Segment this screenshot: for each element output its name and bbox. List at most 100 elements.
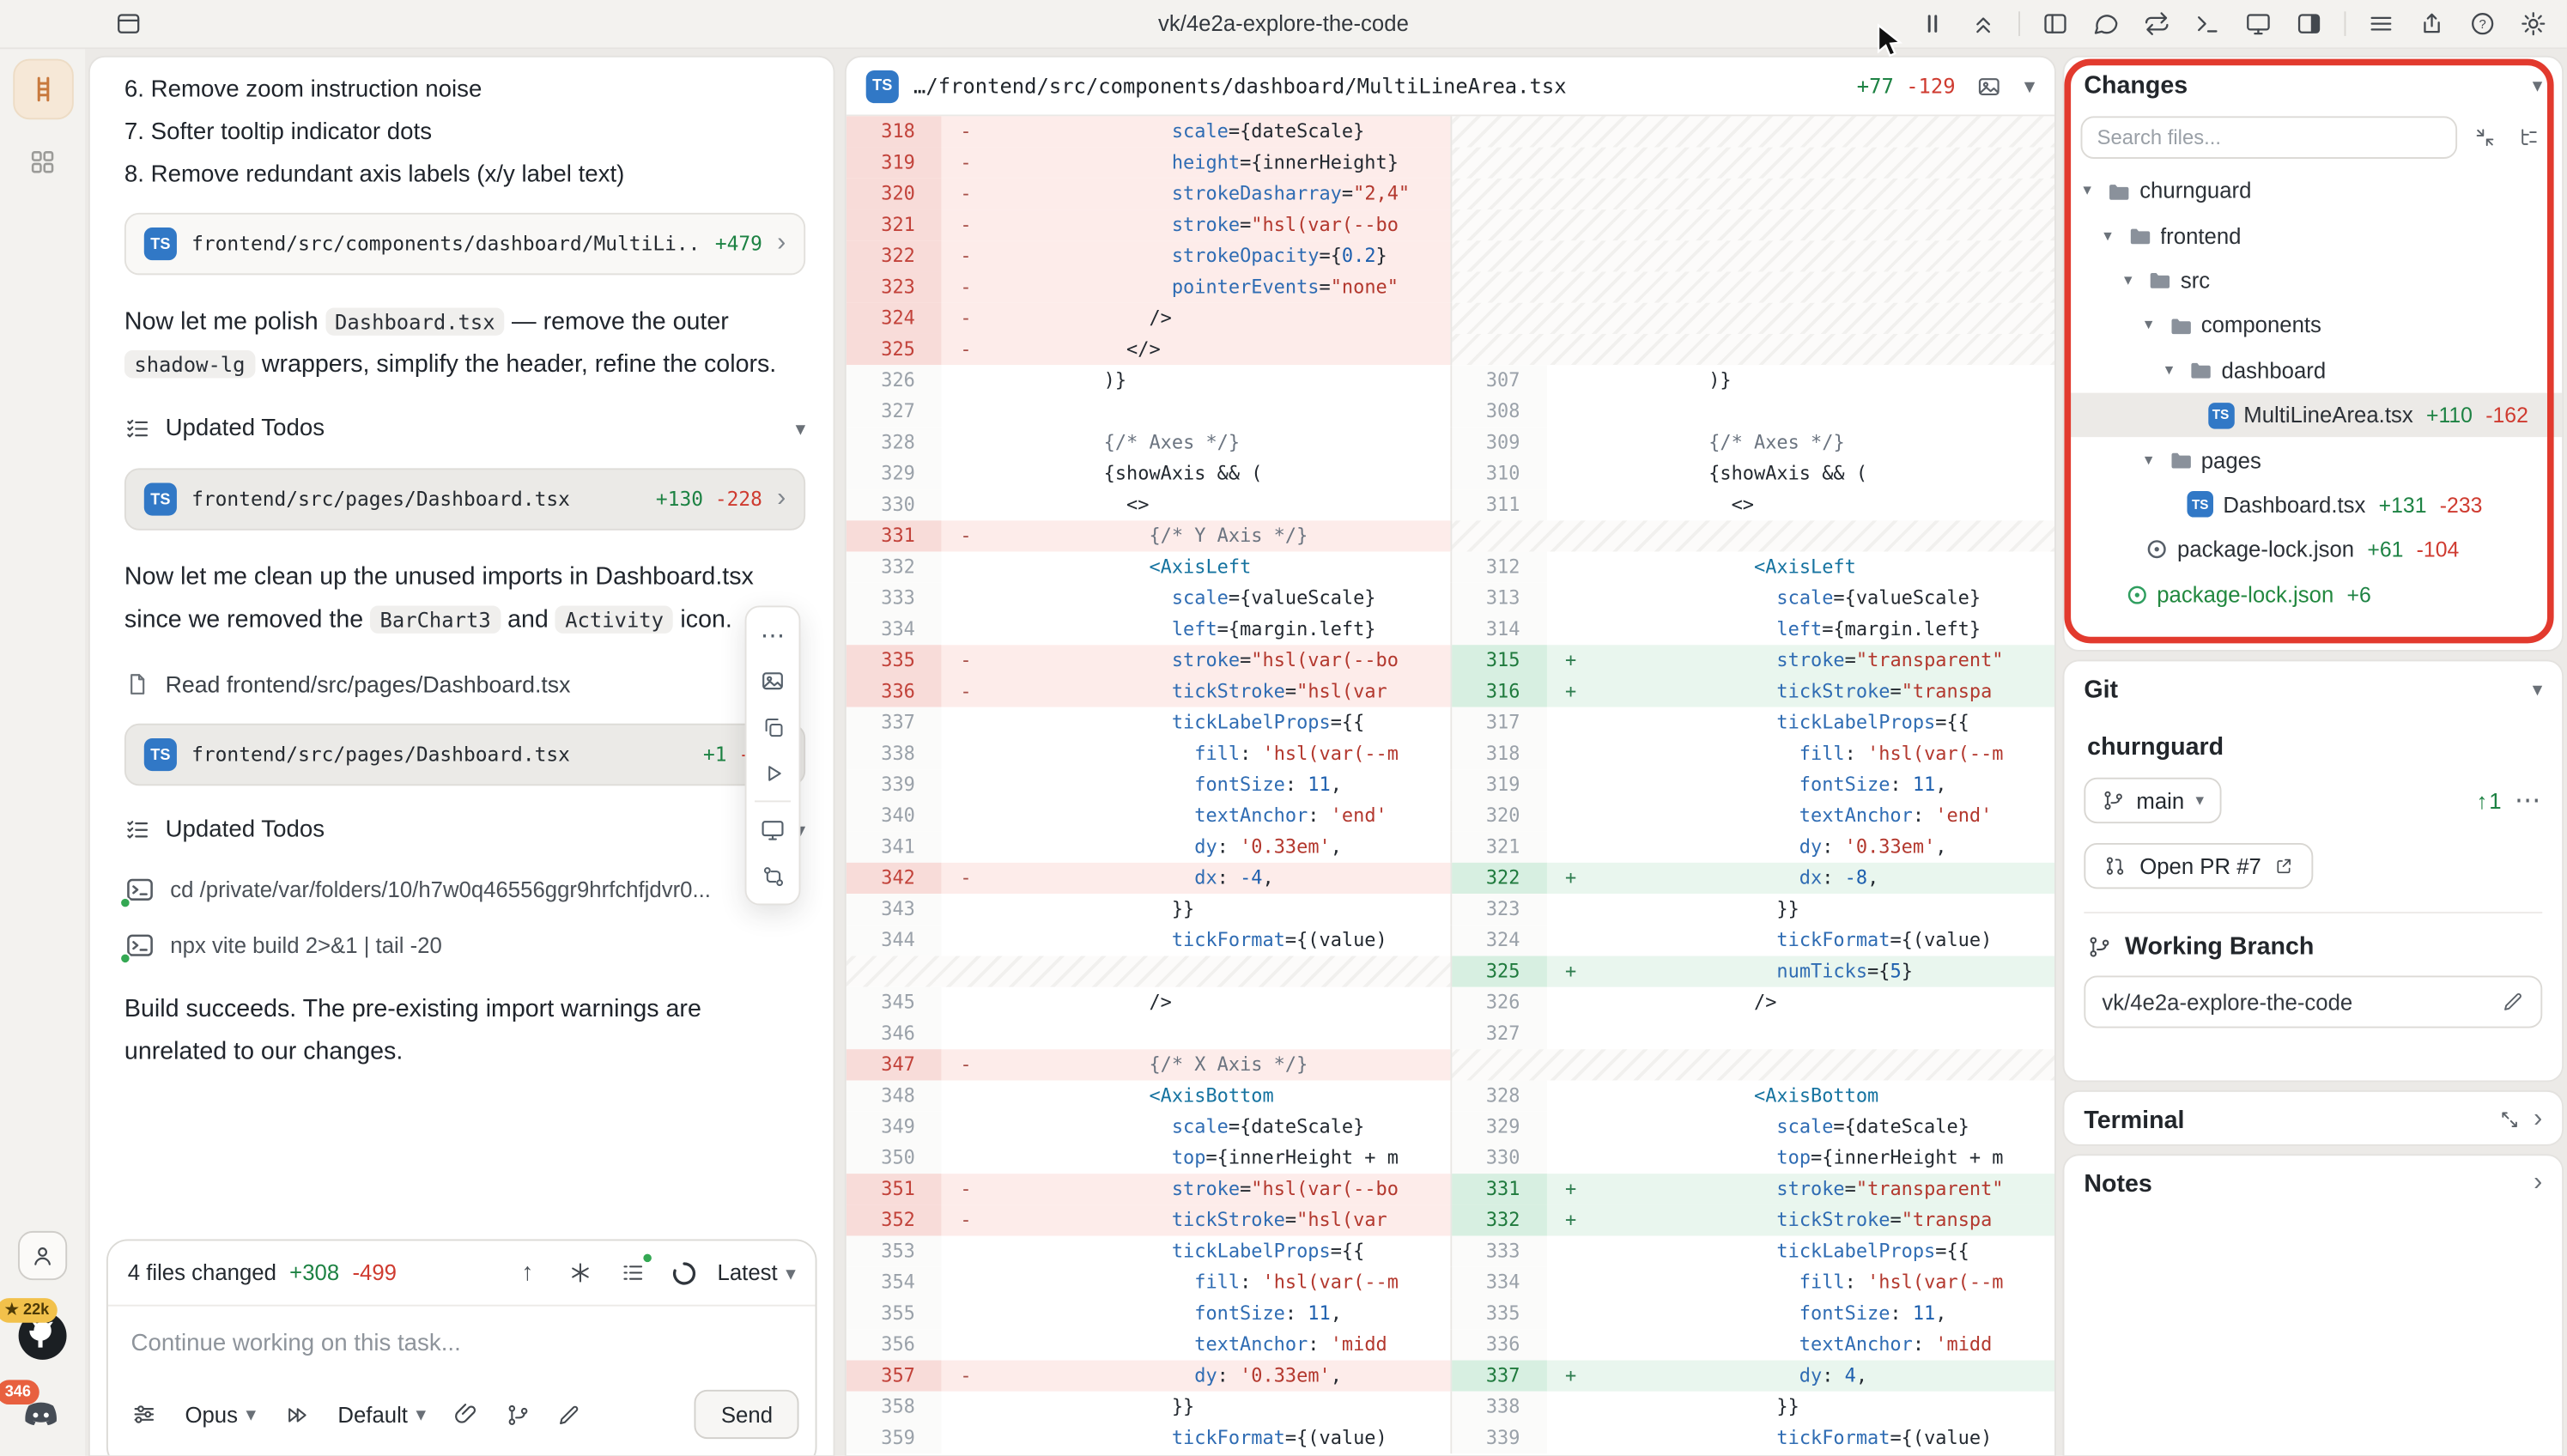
tree-folder-row[interactable]: ▾components bbox=[2064, 303, 2562, 348]
code-line: {/* Y Axis */} bbox=[991, 520, 1450, 551]
send-button[interactable]: Send bbox=[695, 1390, 798, 1439]
folder-icon bbox=[2188, 359, 2212, 382]
settings-button[interactable] bbox=[2513, 4, 2554, 44]
code-line: /> bbox=[991, 987, 1450, 1018]
chevron-down-icon[interactable]: ▾ bbox=[2078, 182, 2097, 200]
file-change-chip[interactable]: TS frontend/src/pages/Dashboard.tsx +1 -… bbox=[124, 724, 805, 786]
code-line bbox=[1595, 148, 2054, 179]
line-number bbox=[1451, 209, 1546, 240]
branch-more-button[interactable]: ⋯ bbox=[2515, 784, 2542, 816]
line-number bbox=[1451, 303, 1546, 334]
more-options-icon[interactable]: ⋯ bbox=[749, 612, 795, 658]
updated-todos-row[interactable]: Updated Todos ▾ bbox=[124, 406, 805, 452]
code-line: fontSize: 11, bbox=[1595, 1298, 2054, 1329]
rich-diff-image-icon[interactable] bbox=[1970, 66, 2010, 106]
file-change-chip[interactable]: TS frontend/src/pages/Dashboard.tsx +130… bbox=[124, 468, 805, 530]
version-dropdown[interactable]: Latest ▾ bbox=[718, 1260, 796, 1285]
changes-header[interactable]: Changes ▾ bbox=[2064, 58, 2562, 113]
help-button[interactable]: ? bbox=[2462, 4, 2503, 44]
tree-file-row[interactable]: package-lock.json+61-104 bbox=[2064, 527, 2562, 572]
additions-count: +479 bbox=[715, 233, 762, 256]
workspace-window-icon[interactable] bbox=[108, 4, 149, 44]
mode-dropdown[interactable]: Default ▾ bbox=[328, 1397, 435, 1431]
code-line: tickLabelProps={{ bbox=[1595, 707, 2054, 738]
line-number: 332 bbox=[1451, 1204, 1546, 1235]
share-button[interactable] bbox=[2412, 4, 2453, 44]
chevron-down-icon[interactable]: ▾ bbox=[2118, 271, 2138, 289]
profile-button[interactable] bbox=[18, 1231, 67, 1280]
diff-marker bbox=[941, 1143, 990, 1174]
search-files-input[interactable] bbox=[2081, 116, 2458, 159]
tree-file-row[interactable]: package-lock.json+6 bbox=[2064, 572, 2562, 616]
attach-button[interactable] bbox=[447, 1395, 487, 1435]
discord-avatar[interactable]: 346 bbox=[16, 1392, 69, 1444]
options-sliders-button[interactable] bbox=[124, 1395, 164, 1435]
chevron-down-icon[interactable]: ▾ bbox=[2159, 361, 2179, 379]
expand-icon[interactable] bbox=[2497, 1108, 2521, 1131]
tree-folder-row[interactable]: ▾churnguard bbox=[2064, 168, 2562, 213]
notes-header[interactable]: Notes › bbox=[2064, 1156, 2562, 1211]
terminal-button[interactable] bbox=[2187, 4, 2228, 44]
git-compare-button[interactable] bbox=[2136, 4, 2177, 44]
code-line bbox=[991, 396, 1450, 427]
code-line: tickLabelProps={{ bbox=[991, 1236, 1450, 1267]
tree-folder-row[interactable]: ▾dashboard bbox=[2064, 348, 2562, 392]
github-avatar[interactable]: ★ 22k bbox=[16, 1309, 69, 1362]
message-input[interactable]: Continue working on this task... bbox=[108, 1307, 816, 1382]
edit-pen-button[interactable] bbox=[549, 1395, 588, 1435]
line-number: 310 bbox=[1451, 458, 1546, 489]
branch-dropdown[interactable]: main ▾ bbox=[2084, 778, 2222, 823]
read-file-row[interactable]: Read frontend/src/pages/Dashboard.tsx bbox=[124, 661, 805, 707]
open-pr-button[interactable]: Open PR #7 bbox=[2084, 843, 2314, 889]
git-header[interactable]: Git ▾ bbox=[2064, 661, 2562, 717]
panel-left-button[interactable] bbox=[2035, 4, 2076, 44]
terminal-header[interactable]: Terminal › bbox=[2064, 1092, 2562, 1146]
screenshot-icon[interactable] bbox=[749, 658, 795, 704]
compare-icon[interactable] bbox=[749, 852, 795, 898]
todos-status-button[interactable] bbox=[613, 1253, 652, 1293]
collapse-tree-icon[interactable] bbox=[2513, 118, 2546, 157]
diff-marker: + bbox=[1546, 1174, 1595, 1204]
tree-folder-row[interactable]: ▾src bbox=[2064, 258, 2562, 303]
scroll-to-top-button[interactable]: ↑ bbox=[507, 1253, 547, 1293]
preview-icon[interactable] bbox=[749, 807, 795, 852]
terminal-command-row[interactable]: cd /private/var/folders/10/h7w0q46556ggr… bbox=[124, 866, 805, 912]
chevron-right-icon: › bbox=[2534, 1168, 2542, 1198]
diff-marker bbox=[941, 1112, 990, 1143]
panel-right-button[interactable] bbox=[2289, 4, 2330, 44]
file-change-chip[interactable]: TS frontend/src/components/dashboard/Mul… bbox=[124, 213, 805, 275]
collapse-diagonal-icon[interactable] bbox=[2468, 118, 2501, 157]
chevron-down-icon[interactable]: ▾ bbox=[2024, 73, 2035, 100]
diff-marker bbox=[941, 707, 990, 738]
code-line bbox=[1595, 116, 2054, 147]
diff-marker bbox=[1546, 769, 1595, 800]
diff-marker bbox=[941, 614, 990, 645]
line-number: 336 bbox=[847, 676, 942, 707]
tree-folder-row[interactable]: ▾frontend bbox=[2064, 214, 2562, 258]
workspace-tile-active[interactable] bbox=[12, 59, 73, 120]
model-dropdown[interactable]: Opus ▾ bbox=[175, 1397, 265, 1431]
tree-file-row[interactable]: TSMultiLineArea.tsx+110-162 bbox=[2064, 393, 2562, 438]
pencil-icon[interactable] bbox=[2502, 991, 2525, 1014]
sparkle-button[interactable] bbox=[560, 1253, 599, 1293]
chevron-down-icon[interactable]: ▾ bbox=[2139, 317, 2158, 335]
tree-folder-row[interactable]: ▾pages bbox=[2064, 438, 2562, 482]
diff-header[interactable]: TS …/frontend/src/components/dashboard/M… bbox=[847, 58, 2054, 117]
grid-view-button[interactable] bbox=[22, 143, 64, 182]
working-branch-input[interactable]: vk/4e2a-explore-the-code bbox=[2084, 975, 2542, 1028]
menu-button[interactable] bbox=[2361, 4, 2402, 44]
fast-forward-button[interactable] bbox=[277, 1395, 317, 1435]
collapse-all-button[interactable] bbox=[1963, 4, 2004, 44]
chevron-down-icon[interactable]: ▾ bbox=[2139, 451, 2158, 469]
run-icon[interactable] bbox=[749, 749, 795, 795]
display-button[interactable] bbox=[2238, 4, 2279, 44]
copy-icon[interactable] bbox=[749, 704, 795, 749]
terminal-command-row[interactable]: npx vite build 2>&1 | tail -20 bbox=[124, 922, 805, 968]
branch-button[interactable] bbox=[498, 1395, 537, 1435]
diff-row: 345 />326 /> bbox=[847, 987, 2054, 1018]
chevron-down-icon[interactable]: ▾ bbox=[2098, 227, 2118, 245]
updated-todos-row[interactable]: Updated Todos ▾ bbox=[124, 807, 805, 852]
chat-button[interactable] bbox=[2085, 4, 2127, 44]
pause-button[interactable] bbox=[1912, 4, 1953, 44]
tree-file-row[interactable]: TSDashboard.tsx+131-233 bbox=[2064, 482, 2562, 527]
